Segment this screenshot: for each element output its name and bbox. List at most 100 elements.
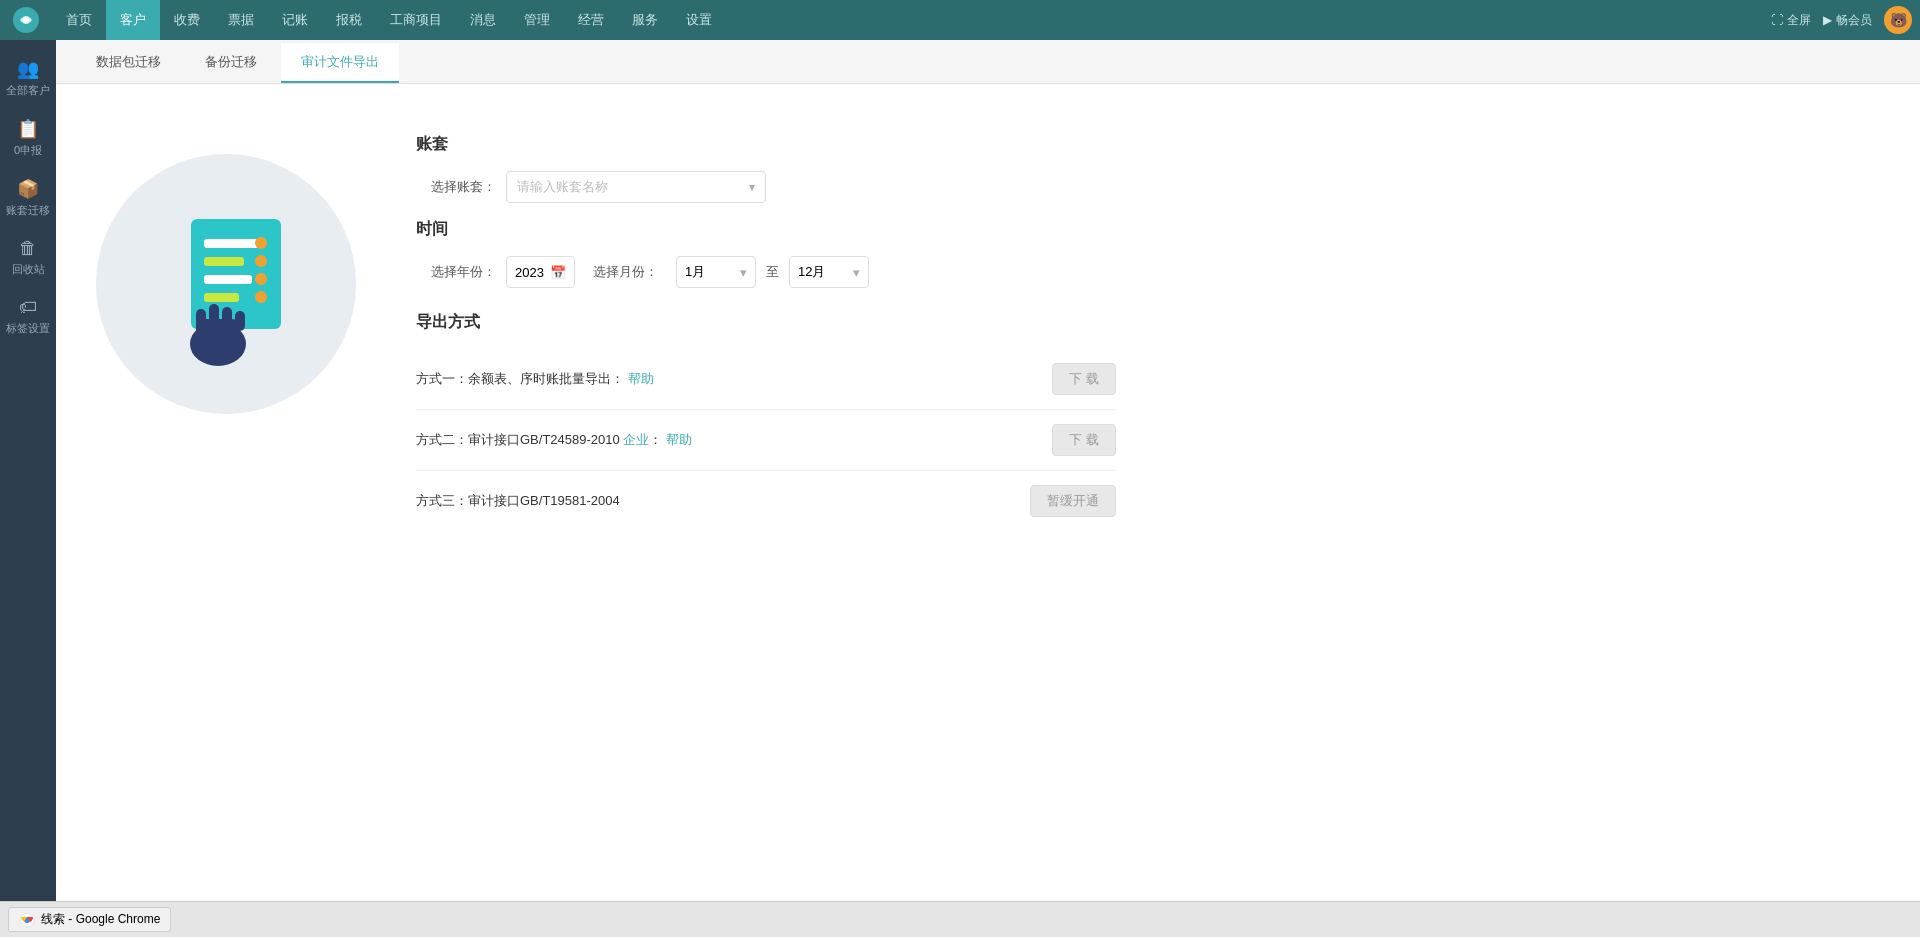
all-customers-icon: 👥 — [17, 58, 39, 80]
month-end-select[interactable]: 12月 ▾ — [789, 256, 869, 288]
sidebar-item-recycle-bin[interactable]: 🗑 回收站 — [0, 228, 56, 287]
method-2-download-button[interactable]: 下 载 — [1052, 424, 1116, 456]
user-avatar[interactable]: 🐻 — [1884, 6, 1912, 34]
vip-icon: ▶ — [1823, 13, 1832, 27]
account-label: 选择账套： — [416, 178, 496, 196]
month-start-value: 1月 — [685, 263, 705, 281]
to-text: 至 — [766, 263, 779, 281]
method-1-download-button[interactable]: 下 载 — [1052, 363, 1116, 395]
nav-tax[interactable]: 报税 — [322, 0, 376, 40]
method-1-help-link[interactable]: 帮助 — [628, 371, 654, 386]
month-label: 选择月份： — [593, 263, 658, 281]
account-form-row: 选择账套： 请输入账套名称 ▾ — [416, 171, 1116, 203]
svg-rect-14 — [209, 304, 219, 331]
nav-right: ⛶ 全屏 ▶ 畅会员 🐻 — [1771, 6, 1912, 34]
sidebar-label-all-customers: 全部客户 — [6, 83, 50, 98]
tab-data-migration[interactable]: 数据包迁移 — [76, 43, 181, 83]
method-3-text: 方式三：审计接口GB/T19581-2004 — [416, 493, 620, 508]
method-2-help-link[interactable]: 帮助 — [666, 432, 692, 447]
audit-illustration — [146, 189, 306, 379]
sidebar-label-account-migration: 账套迁移 — [6, 203, 50, 218]
vip-label: 畅会员 — [1836, 12, 1872, 29]
nav-home[interactable]: 首页 — [52, 0, 106, 40]
month-end-value: 12月 — [798, 263, 825, 281]
tabs-bar: 数据包迁移 备份迁移 审计文件导出 — [56, 40, 1920, 84]
sidebar-item-account-migration[interactable]: 📦 账套迁移 — [0, 168, 56, 228]
svg-point-1 — [23, 17, 29, 23]
app-logo[interactable] — [8, 2, 44, 38]
time-form-row: 选择年份： 2023 📅 选择月份： 1月 ▾ 至 12月 — [416, 256, 1116, 288]
svg-rect-3 — [204, 239, 259, 248]
nav-operation[interactable]: 经营 — [564, 0, 618, 40]
illustration-area — [96, 114, 356, 871]
vip-button[interactable]: ▶ 畅会员 — [1823, 12, 1872, 29]
method-2-text: 方式二：审计接口GB/T24589-2010 — [416, 432, 620, 447]
method-3-temp-open-button[interactable]: 暂缓开通 — [1030, 485, 1116, 517]
year-input[interactable]: 2023 📅 — [506, 256, 575, 288]
month-end-chevron-icon: ▾ — [853, 265, 860, 280]
account-chevron-icon: ▾ — [749, 180, 755, 194]
nav-business[interactable]: 工商项目 — [376, 0, 456, 40]
year-value: 2023 — [515, 265, 544, 280]
nav-accounting[interactable]: 记账 — [268, 0, 322, 40]
month-start-chevron-icon: ▾ — [740, 265, 747, 280]
method-2-label: 方式二：审计接口GB/T24589-2010 企业： 帮助 — [416, 431, 692, 449]
nav-service[interactable]: 服务 — [618, 0, 672, 40]
page-content: 账套 选择账套： 请输入账套名称 ▾ 时间 选择年份： 2023 📅 — [56, 84, 1920, 901]
sidebar: 👥 全部客户 📋 0申报 📦 账套迁移 🗑 回收站 🏷 标签设置 — [0, 40, 56, 901]
nav-customers[interactable]: 客户 — [106, 0, 160, 40]
time-section-title: 时间 — [416, 219, 1116, 240]
svg-rect-16 — [235, 311, 245, 331]
method-3-label: 方式三：审计接口GB/T19581-2004 — [416, 492, 620, 510]
zero-declaration-icon: 📋 — [17, 118, 39, 140]
export-method-1: 方式一：余额表、序时账批量导出： 帮助 下 载 — [416, 349, 1116, 410]
sidebar-item-zero-declaration[interactable]: 📋 0申报 — [0, 108, 56, 168]
method-1-text: 方式一：余额表、序时账批量导出： — [416, 371, 624, 386]
svg-rect-13 — [196, 309, 206, 331]
svg-point-8 — [255, 255, 267, 267]
taskbar-chrome-item[interactable]: 线索 - Google Chrome — [8, 907, 171, 932]
svg-rect-5 — [204, 275, 252, 284]
svg-rect-4 — [204, 257, 244, 266]
taskbar: 线索 - Google Chrome — [0, 901, 1920, 937]
sidebar-label-recycle-bin: 回收站 — [12, 262, 45, 277]
svg-point-9 — [255, 273, 267, 285]
account-migration-icon: 📦 — [17, 178, 39, 200]
method-1-label: 方式一：余额表、序时账批量导出： 帮助 — [416, 370, 654, 388]
nav-items: 首页 客户 收费 票据 记账 报税 工商项目 消息 管理 经营 服务 设置 — [52, 0, 1771, 40]
account-select[interactable]: 请输入账套名称 ▾ — [506, 171, 766, 203]
tab-audit-export[interactable]: 审计文件导出 — [281, 43, 399, 83]
time-row: 2023 📅 选择月份： 1月 ▾ 至 12月 ▾ — [506, 256, 869, 288]
nav-billing[interactable]: 收费 — [160, 0, 214, 40]
account-placeholder: 请输入账套名称 — [517, 178, 608, 196]
recycle-bin-icon: 🗑 — [19, 238, 37, 259]
sidebar-item-tag-settings[interactable]: 🏷 标签设置 — [0, 287, 56, 346]
nav-messages[interactable]: 消息 — [456, 0, 510, 40]
export-method-2: 方式二：审计接口GB/T24589-2010 企业： 帮助 下 载 — [416, 410, 1116, 471]
nav-invoices[interactable]: 票据 — [214, 0, 268, 40]
sidebar-label-zero-declaration: 0申报 — [14, 143, 42, 158]
main-layout: 👥 全部客户 📋 0申报 📦 账套迁移 🗑 回收站 🏷 标签设置 数据包迁移 备… — [0, 40, 1920, 901]
nav-manage[interactable]: 管理 — [510, 0, 564, 40]
sidebar-label-tag-settings: 标签设置 — [6, 321, 50, 336]
fullscreen-button[interactable]: ⛶ 全屏 — [1771, 12, 1811, 29]
taskbar-chrome-label: 线索 - Google Chrome — [41, 911, 160, 928]
year-label: 选择年份： — [416, 263, 496, 281]
svg-point-10 — [255, 291, 267, 303]
export-method-3: 方式三：审计接口GB/T19581-2004 暂缓开通 — [416, 471, 1116, 531]
tag-settings-icon: 🏷 — [19, 297, 37, 318]
month-start-select[interactable]: 1月 ▾ — [676, 256, 756, 288]
svg-rect-15 — [222, 307, 232, 331]
export-section-title: 导出方式 — [416, 312, 1116, 333]
svg-rect-6 — [204, 293, 239, 302]
top-navigation: 首页 客户 收费 票据 记账 报税 工商项目 消息 管理 经营 服务 设置 ⛶ … — [0, 0, 1920, 40]
method-2-company-text: 企业 — [623, 432, 649, 447]
tab-backup-migration[interactable]: 备份迁移 — [185, 43, 277, 83]
nav-settings[interactable]: 设置 — [672, 0, 726, 40]
svg-point-7 — [255, 237, 267, 249]
content-area: 数据包迁移 备份迁移 审计文件导出 — [56, 40, 1920, 901]
illustration-circle — [96, 154, 356, 414]
sidebar-item-all-customers[interactable]: 👥 全部客户 — [0, 48, 56, 108]
calendar-icon: 📅 — [550, 265, 566, 280]
account-section-title: 账套 — [416, 134, 1116, 155]
